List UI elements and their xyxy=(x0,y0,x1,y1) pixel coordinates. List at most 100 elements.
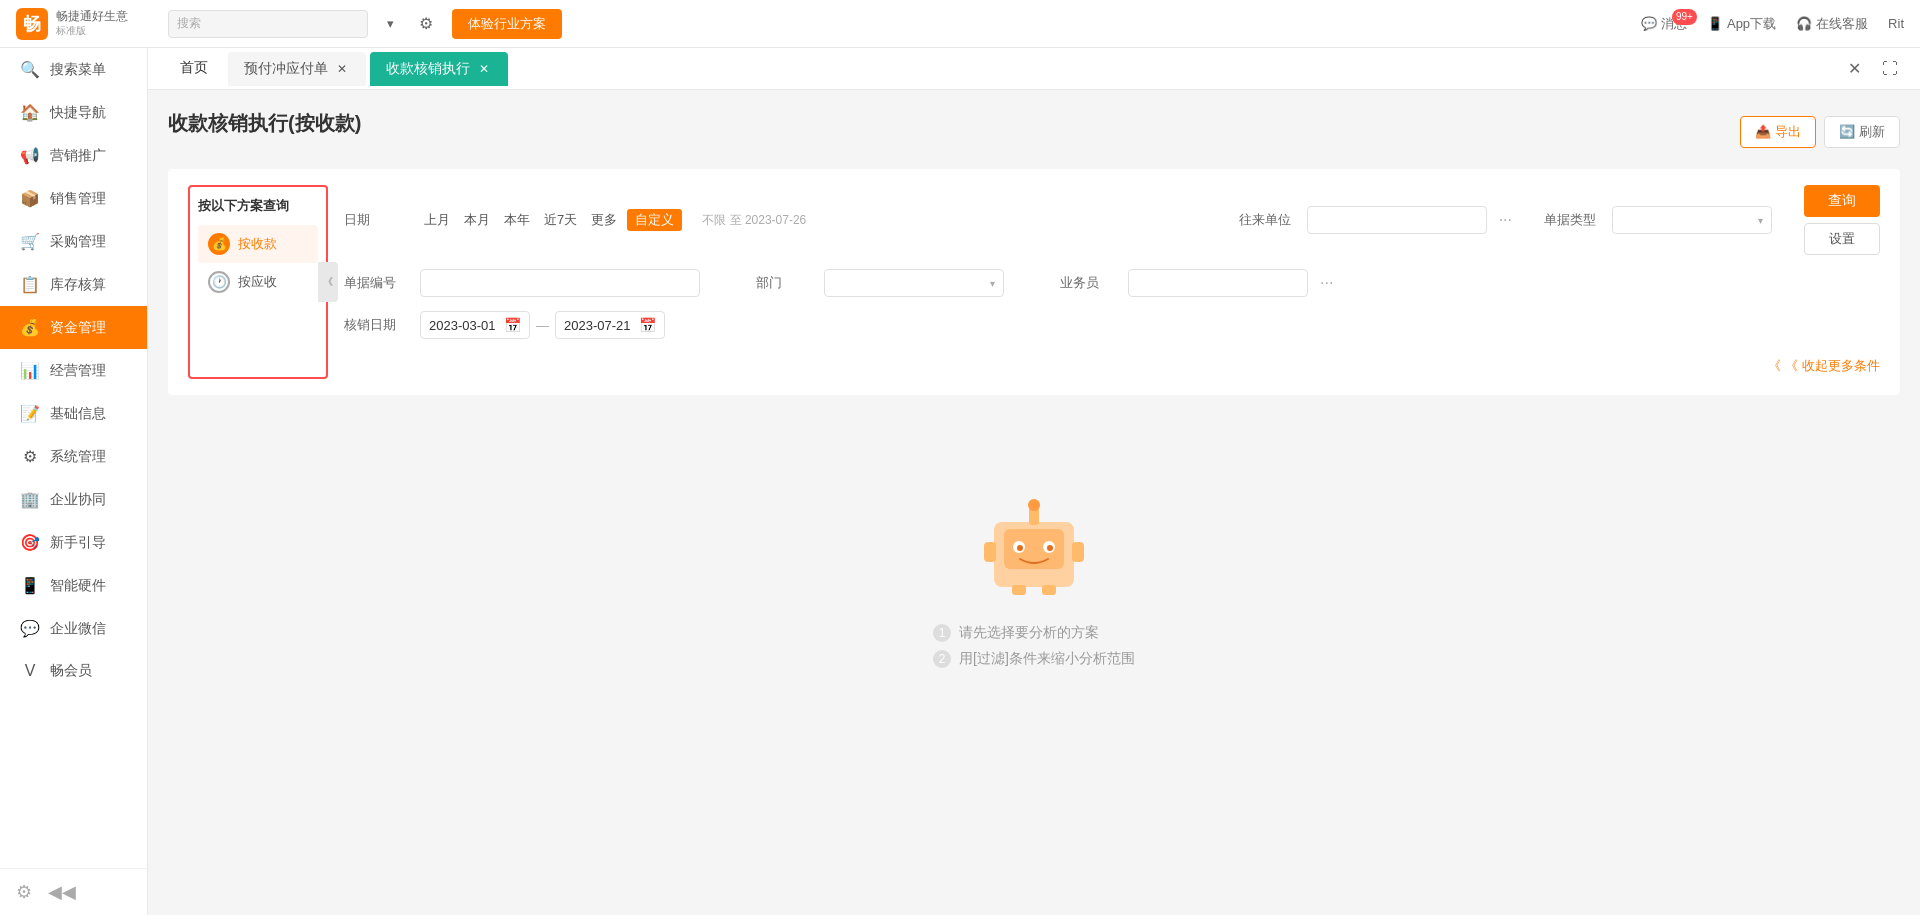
filter-panel: 按以下方案查询 💰 按收款 🕐 按应收 《 日期 xyxy=(168,169,1900,395)
sidebar-item-inventory[interactable]: 📋 库存核算 xyxy=(0,263,147,306)
sidebar-item-label: 基础信息 xyxy=(50,405,106,423)
export-button[interactable]: 📤 导出 xyxy=(1740,116,1816,148)
date-shortcut-this-year[interactable]: 本年 xyxy=(500,209,534,231)
tab-collection-close-icon[interactable]: ✕ xyxy=(476,61,492,77)
dept-field: 部门 ▾ xyxy=(756,269,1004,297)
date-range-separator: — xyxy=(536,318,549,333)
tab-home[interactable]: 首页 xyxy=(164,51,224,87)
sidebar-item-sales[interactable]: 📦 销售管理 xyxy=(0,177,147,220)
sidebar-item-system[interactable]: ⚙ 系统管理 xyxy=(0,435,147,478)
sidebar-item-search-menu[interactable]: 🔍 搜索菜单 xyxy=(0,48,147,91)
doc-type-field: 单据类型 ▾ xyxy=(1544,206,1772,234)
query-by-receipt-label: 按收款 xyxy=(238,235,277,253)
query-by-receivable[interactable]: 🕐 按应收 xyxy=(198,263,318,301)
verify-date-start-cal-icon[interactable]: 📅 xyxy=(504,317,521,333)
date-shortcut-more[interactable]: 更多 xyxy=(587,209,621,231)
settings-gear-icon[interactable]: ⚙ xyxy=(412,10,440,38)
app-download-icon: 📱 xyxy=(1707,16,1723,31)
empty-state: 1 请先选择要分析的方案 2 用[过滤]条件来缩小分析范围 xyxy=(168,407,1900,748)
date-label: 日期 xyxy=(344,211,404,229)
sidebar-item-quick-nav[interactable]: 🏠 快捷导航 xyxy=(0,91,147,134)
sidebar-item-hardware[interactable]: 📱 智能硬件 xyxy=(0,564,147,607)
verify-date-end-cal-icon[interactable]: 📅 xyxy=(639,317,656,333)
dept-select[interactable]: ▾ xyxy=(824,269,1004,297)
date-shortcut-last-month[interactable]: 上月 xyxy=(420,209,454,231)
query-action-buttons: 查询 设置 xyxy=(1804,185,1880,255)
main-content: 首页 预付冲应付单 ✕ 收款核销执行 ✕ ✕ ⛶ 收款核销执行(按收款) 📤 导… xyxy=(148,48,1920,915)
verify-date-end-input[interactable]: 2023-07-21 📅 xyxy=(555,311,665,339)
sidebar-item-marketing[interactable]: 📢 营销推广 xyxy=(0,134,147,177)
date-shortcut-this-month[interactable]: 本月 xyxy=(460,209,494,231)
tab-close-all-icon[interactable]: ✕ xyxy=(1840,55,1868,83)
logo-text: 畅捷通好生意 xyxy=(56,9,128,25)
sidebar-item-label: 销售管理 xyxy=(50,190,106,208)
sidebar-item-label: 营销推广 xyxy=(50,147,106,165)
sidebar-item-basic-info[interactable]: 📝 基础信息 xyxy=(0,392,147,435)
refresh-button[interactable]: 🔄 刷新 xyxy=(1824,116,1900,148)
dept-label: 部门 xyxy=(756,274,816,292)
date-shortcut-7days[interactable]: 近7天 xyxy=(540,209,581,231)
receivable-icon: 🕐 xyxy=(208,271,230,293)
query-button[interactable]: 查询 xyxy=(1804,185,1880,217)
page-title: 收款核销执行(按收款) xyxy=(168,110,361,137)
sidebar-item-operations[interactable]: 📊 经营管理 xyxy=(0,349,147,392)
date-shortcut-custom[interactable]: 自定义 xyxy=(627,209,682,231)
sidebar-item-member[interactable]: V 畅会员 xyxy=(0,650,147,692)
tab-prepay-close-icon[interactable]: ✕ xyxy=(334,61,350,77)
sidebar-item-finance[interactable]: 💰 资金管理 xyxy=(0,306,147,349)
sidebar-item-purchase[interactable]: 🛒 采购管理 xyxy=(0,220,147,263)
dept-chevron-icon: ▾ xyxy=(990,278,995,289)
message-icon: 💬 xyxy=(1641,16,1657,31)
staff-dots-icon[interactable]: ··· xyxy=(1320,274,1333,292)
empty-texts: 1 请先选择要分析的方案 2 用[过滤]条件来缩小分析范围 xyxy=(933,624,1135,668)
verify-date-start-input[interactable]: 2023-03-01 📅 xyxy=(420,311,530,339)
receipt-icon: 💰 xyxy=(208,233,230,255)
service-icon: 🎧 xyxy=(1796,16,1812,31)
tab-collection[interactable]: 收款核销执行 ✕ xyxy=(370,52,508,86)
counterparty-input[interactable] xyxy=(1307,206,1487,234)
sidebar-item-label: 企业微信 xyxy=(50,620,106,638)
collapse-conditions-button[interactable]: 《 《 收起更多条件 xyxy=(1768,353,1880,379)
doc-number-input[interactable] xyxy=(420,269,700,297)
empty-hint-1: 1 请先选择要分析的方案 xyxy=(933,624,1135,642)
svg-point-9 xyxy=(1028,499,1040,511)
query-by-receipt[interactable]: 💰 按收款 xyxy=(198,225,318,263)
date-unlimited-text: 不限 至 2023-07-26 xyxy=(702,212,806,229)
sidebar-item-label: 企业协同 xyxy=(50,491,106,509)
tab-prepay[interactable]: 预付冲应付单 ✕ xyxy=(228,52,366,86)
logo-icon: 畅 xyxy=(16,8,48,40)
hint-num-1: 1 xyxy=(933,624,951,642)
industry-solution-button[interactable]: 体验行业方案 xyxy=(452,9,562,39)
sidebar-settings-icon[interactable]: ⚙ xyxy=(16,881,32,903)
verify-date-end-value: 2023-07-21 xyxy=(564,318,631,333)
staff-input[interactable] xyxy=(1128,269,1308,297)
staff-label: 业务员 xyxy=(1060,274,1120,292)
tab-expand-icon[interactable]: ⛶ xyxy=(1876,55,1904,83)
inventory-icon: 📋 xyxy=(20,275,40,294)
doc-type-select[interactable]: ▾ xyxy=(1612,206,1772,234)
search-dropdown-icon[interactable]: ▾ xyxy=(380,14,400,34)
setting-button[interactable]: 设置 xyxy=(1804,223,1880,255)
sidebar-collapse-icon[interactable]: ◀◀ xyxy=(48,881,76,903)
hint-num-2: 2 xyxy=(933,650,951,668)
panel-collapse-button[interactable]: 《 xyxy=(318,262,338,302)
app-download-button[interactable]: 📱 App下载 xyxy=(1707,15,1776,33)
sidebar-item-label: 系统管理 xyxy=(50,448,106,466)
filter-right: 日期 上月 本月 本年 近7天 更多 自定义 不限 至 2023-07-26 往… xyxy=(344,185,1880,379)
message-button[interactable]: 💬 消息 99+ xyxy=(1641,15,1687,33)
hardware-icon: 📱 xyxy=(20,576,40,595)
sidebar-item-corp[interactable]: 🏢 企业协同 xyxy=(0,478,147,521)
sidebar-item-label: 经营管理 xyxy=(50,362,106,380)
top-bar-right: 💬 消息 99+ 📱 App下载 🎧 在线客服 Rit xyxy=(1641,15,1904,33)
counterparty-dots-icon[interactable]: ··· xyxy=(1499,211,1512,229)
collapse-icon: 《 xyxy=(1768,357,1781,375)
sidebar-item-label: 搜索菜单 xyxy=(50,61,106,79)
page-actions: 📤 导出 🔄 刷新 xyxy=(1740,116,1900,148)
sidebar-item-wechat[interactable]: 💬 企业微信 xyxy=(0,607,147,650)
sidebar-item-guide[interactable]: 🎯 新手引导 xyxy=(0,521,147,564)
user-menu[interactable]: Rit xyxy=(1888,16,1904,31)
global-search[interactable]: 搜索 xyxy=(168,10,368,38)
svg-rect-11 xyxy=(1042,585,1056,595)
online-service-button[interactable]: 🎧 在线客服 xyxy=(1796,15,1868,33)
basic-info-icon: 📝 xyxy=(20,404,40,423)
